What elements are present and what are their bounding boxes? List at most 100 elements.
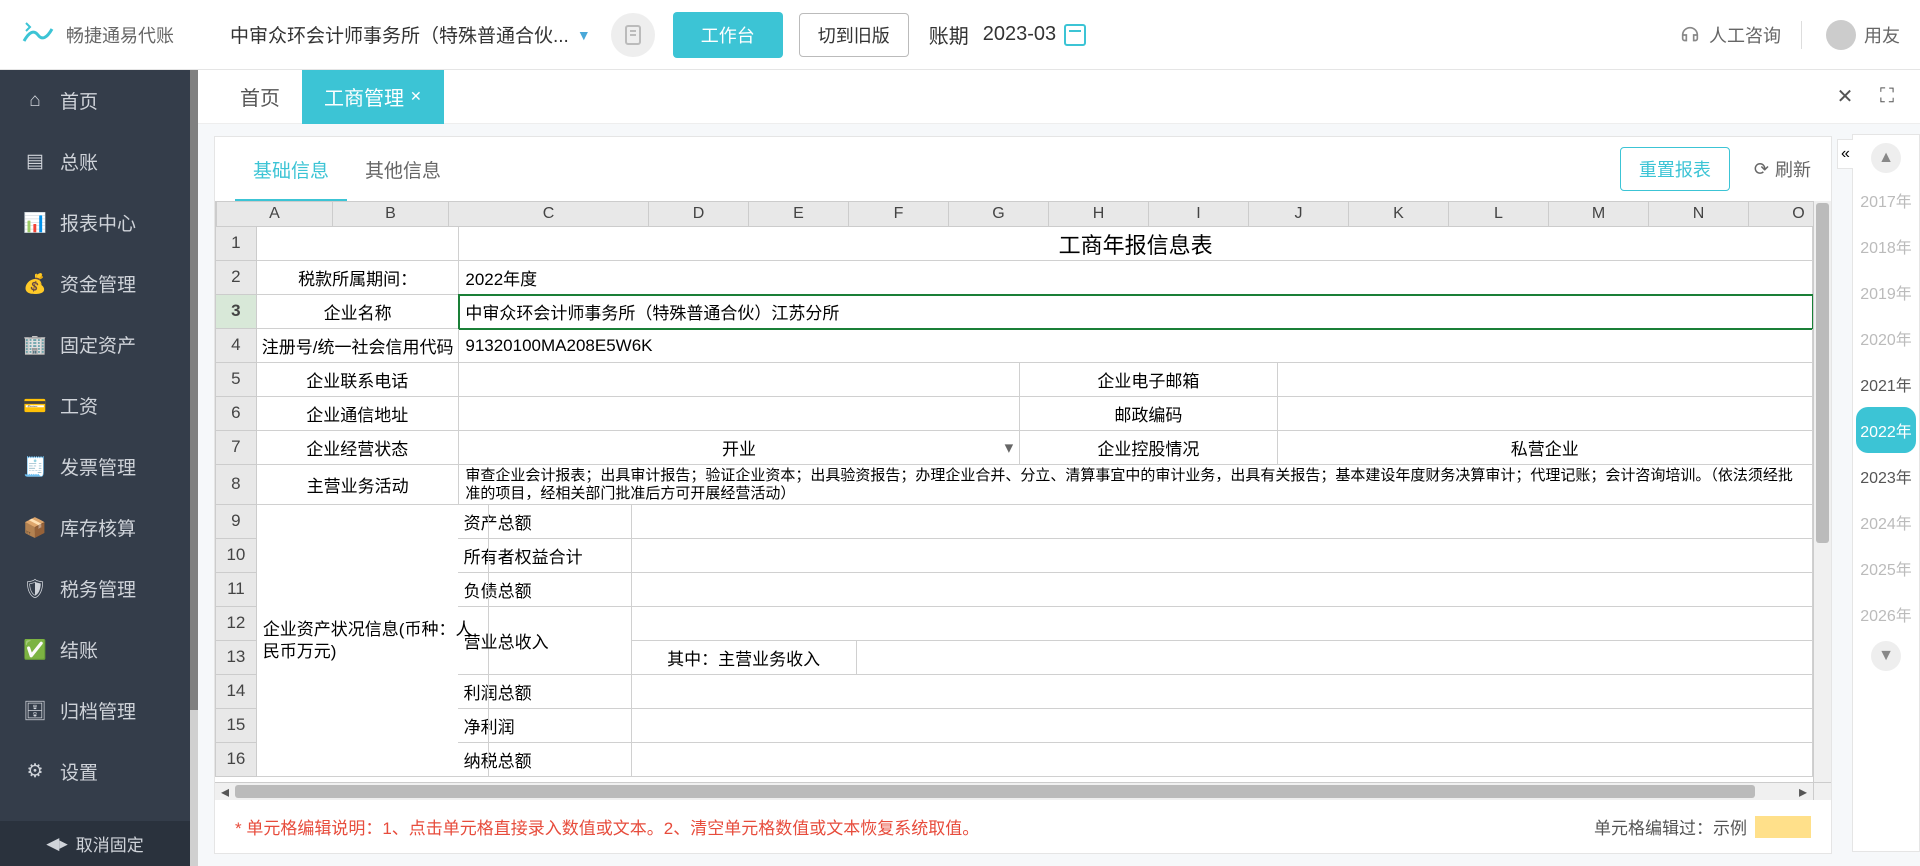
col-header[interactable]: I [1149, 201, 1249, 227]
year-option[interactable]: 2024年 [1856, 499, 1916, 545]
subtab-basic[interactable]: 基础信息 [235, 136, 347, 202]
close-all-icon[interactable]: ✕ [1830, 82, 1860, 112]
year-option[interactable]: 2025年 [1856, 545, 1916, 591]
sidebar-item-closing[interactable]: ✅结账 [0, 619, 190, 680]
vertical-scrollbar[interactable] [1813, 201, 1831, 782]
sidebar-item-funds[interactable]: 💰资金管理 [0, 253, 190, 314]
row-header[interactable]: 10 [215, 539, 257, 573]
row-header[interactable]: 6 [215, 397, 257, 431]
spreadsheet[interactable]: ABCDEFGHIJKLMNOPQ 1工商年报信息表2税款所属期间：2022年度… [215, 201, 1813, 782]
row-header[interactable]: 14 [215, 675, 257, 709]
sidebar-item-assets[interactable]: 🏢固定资产 [0, 314, 190, 375]
cell[interactable]: 邮政编码 [1020, 397, 1277, 431]
row-header[interactable]: 9 [215, 505, 257, 539]
unpin-button[interactable]: ◀▸ 取消固定 [0, 821, 190, 866]
col-header[interactable]: O [1749, 201, 1813, 227]
row-header[interactable]: 2 [215, 261, 257, 295]
horizontal-scrollbar[interactable]: ◂ ▸ [215, 782, 1813, 800]
fin-sublabel[interactable]: 其中：主营业务收入 [631, 641, 858, 675]
sidebar-item-inventory[interactable]: 📦库存核算 [0, 497, 190, 558]
sidebar-item-invoice[interactable]: 🧾发票管理 [0, 436, 190, 497]
activity-label[interactable]: 主营业务活动 [257, 465, 460, 505]
period-label-cell[interactable]: 税款所属期间： [257, 261, 460, 295]
row-header[interactable]: 16 [215, 743, 257, 777]
company-value[interactable]: 中审众环会计师事务所（特殊普通合伙）江苏分所 [459, 295, 1813, 329]
col-header[interactable]: C [449, 201, 649, 227]
status-dropdown[interactable]: 开业 [459, 431, 1020, 465]
sidebar-scrollbar[interactable] [190, 70, 198, 866]
cell[interactable]: 企业经营状态 [257, 431, 459, 465]
col-header[interactable]: J [1249, 201, 1349, 227]
close-icon[interactable]: ✕ [410, 88, 422, 105]
tab-business[interactable]: 工商管理 ✕ [302, 70, 444, 124]
row-header[interactable]: 4 [215, 329, 257, 363]
cell[interactable] [257, 227, 460, 261]
fullscreen-icon[interactable]: ⛶ [1872, 82, 1902, 112]
collapse-years-icon[interactable]: « [1837, 139, 1853, 169]
year-option[interactable]: 2026年 [1856, 591, 1916, 637]
period-value-cell[interactable]: 2022年度 [459, 261, 1813, 295]
scroll-right-icon[interactable]: ▸ [1793, 783, 1813, 800]
col-header[interactable]: B [333, 201, 449, 227]
cell[interactable]: 企业电子邮箱 [1020, 363, 1277, 397]
sidebar-item-salary[interactable]: 💳工资 [0, 375, 190, 436]
period-picker[interactable]: 2023-03 [983, 23, 1086, 46]
fin-label[interactable]: 营业总收入 [458, 607, 633, 675]
cell[interactable]: 企业通信地址 [257, 397, 459, 431]
col-header[interactable]: F [849, 201, 949, 227]
year-up-icon[interactable]: ▲ [1871, 143, 1901, 173]
row-header[interactable]: 5 [215, 363, 257, 397]
refresh-link[interactable]: ⟳ 刷新 [1754, 156, 1811, 182]
sidebar-item-settings[interactable]: ⚙设置 [0, 741, 190, 802]
cell[interactable] [459, 363, 1020, 397]
col-header[interactable]: D [649, 201, 749, 227]
year-down-icon[interactable]: ▼ [1871, 641, 1901, 671]
row-header[interactable]: 7 [215, 431, 257, 465]
year-option[interactable]: 2017年 [1856, 177, 1916, 223]
reg-value[interactable]: 91320100MA208E5W6K [459, 329, 1813, 363]
scroll-left-icon[interactable]: ◂ [215, 783, 235, 800]
row-header[interactable]: 13 [215, 641, 257, 675]
col-header[interactable]: L [1449, 201, 1549, 227]
cell[interactable]: 企业控股情况 [1020, 431, 1277, 465]
sidebar-item-tax[interactable]: 🛡税务管理 [0, 558, 190, 619]
cell[interactable] [1278, 363, 1813, 397]
year-option[interactable]: 2020年 [1856, 315, 1916, 361]
row-header[interactable]: 8 [215, 465, 257, 505]
row-header[interactable]: 12 [215, 607, 257, 641]
col-header[interactable]: M [1549, 201, 1649, 227]
col-header[interactable]: H [1049, 201, 1149, 227]
col-header[interactable]: N [1649, 201, 1749, 227]
col-header[interactable]: G [949, 201, 1049, 227]
ownership-dropdown[interactable]: 私营企业 [1278, 431, 1813, 465]
cell[interactable] [459, 397, 1020, 431]
year-option[interactable]: 2018年 [1856, 223, 1916, 269]
user-menu[interactable]: 用友 [1826, 20, 1900, 50]
sidebar-item-home[interactable]: ⌂首页 [0, 70, 190, 131]
year-option[interactable]: 2019年 [1856, 269, 1916, 315]
col-header[interactable]: K [1349, 201, 1449, 227]
company-label[interactable]: 企业名称 [257, 295, 460, 329]
note-button[interactable] [611, 13, 655, 57]
cell[interactable]: 企业联系电话 [257, 363, 459, 397]
tab-home[interactable]: 首页 [218, 70, 302, 124]
sidebar-item-reports[interactable]: 📊报表中心 [0, 192, 190, 253]
reg-label[interactable]: 注册号/统一社会信用代码 [257, 329, 460, 363]
subtab-other[interactable]: 其他信息 [347, 136, 459, 202]
cell[interactable] [1278, 397, 1813, 431]
year-option[interactable]: 2023年 [1856, 453, 1916, 499]
row-header[interactable]: 15 [215, 709, 257, 743]
year-option[interactable]: 2021年 [1856, 361, 1916, 407]
row-header[interactable]: 11 [215, 573, 257, 607]
support-link[interactable]: 人工咨询 [1679, 22, 1781, 48]
year-option[interactable]: 2022年 [1856, 407, 1916, 453]
row-header[interactable]: 1 [215, 227, 257, 261]
col-header[interactable]: E [749, 201, 849, 227]
activity-value[interactable]: 审查企业会计报表；出具审计报告；验证企业资本；出具验资报告；办理企业合并、分立、… [459, 465, 1813, 505]
workbench-button[interactable]: 工作台 [673, 12, 783, 58]
company-selector[interactable]: 中审众环会计师事务所（特殊普通合伙... ▼ [230, 21, 591, 48]
col-header[interactable]: A [217, 201, 333, 227]
sidebar-item-archive[interactable]: 🗄归档管理 [0, 680, 190, 741]
sidebar-item-ledger[interactable]: ▤总账 [0, 131, 190, 192]
reset-button[interactable]: 重置报表 [1620, 147, 1730, 191]
